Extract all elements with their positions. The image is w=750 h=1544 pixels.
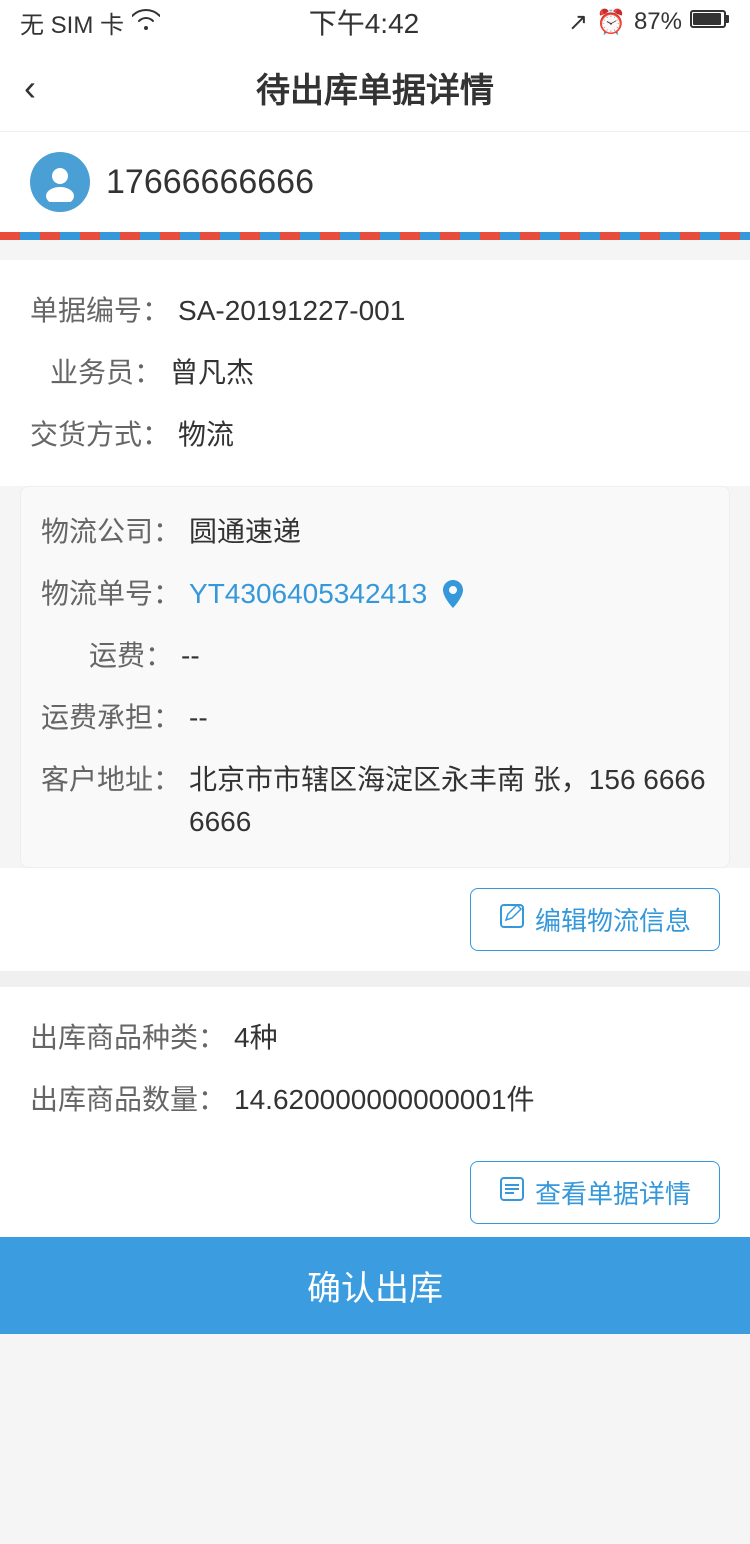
page-title: 待出库单据详情 xyxy=(256,63,494,112)
freight-bearer-row: 运费承担： -- xyxy=(41,697,709,739)
salesman-row: 业务员： 曾凡杰 xyxy=(30,352,720,394)
freight-bearer-value: -- xyxy=(189,697,709,739)
document-number-row: 单据编号： SA-20191227-001 xyxy=(30,290,720,332)
dashed-divider xyxy=(0,232,750,240)
delivery-method-row: 交货方式： 物流 xyxy=(30,414,720,456)
nav-bar: ‹ 待出库单据详情 xyxy=(0,44,750,132)
address-value: 北京市市辖区海淀区永丰南 张，156 6666 6666 xyxy=(189,759,709,843)
bottom-spacer xyxy=(0,1444,750,1544)
back-button[interactable]: ‹ xyxy=(24,67,36,109)
location-icon: ↗ xyxy=(568,8,588,37)
wifi-icon xyxy=(132,8,160,37)
freight-value: -- xyxy=(181,635,709,677)
logistics-card: 物流公司： 圆通速递 物流单号： YT43064053424​13 运费： --… xyxy=(20,486,730,868)
freight-label: 运费： xyxy=(41,635,181,677)
edit-icon xyxy=(499,903,525,936)
edit-logistics-label: 编辑物流信息 xyxy=(535,901,691,938)
document-number-value: SA-20191227-001 xyxy=(178,290,720,332)
logistics-company-value: 圆通速递 xyxy=(189,511,709,553)
document-info-section: 单据编号： SA-20191227-001 业务员： 曾凡杰 交货方式： 物流 xyxy=(0,260,750,486)
salesman-label: 业务员： xyxy=(30,352,170,394)
tracking-number-row: 物流单号： YT43064053424​13 xyxy=(41,573,709,615)
status-right: ↗ ⏰ 87% xyxy=(568,8,730,37)
freight-bearer-label: 运费承担： xyxy=(41,697,189,739)
view-detail-button[interactable]: 查看单据详情 xyxy=(470,1161,720,1224)
goods-section: 出库商品种类： 4种 出库商品数量： 14.620000000000001件 xyxy=(0,987,750,1141)
logistics-company-label: 物流公司： xyxy=(41,511,189,553)
status-bar: 无 SIM 卡 下午4:42 ↗ ⏰ 87% xyxy=(0,0,750,44)
carrier-text: 无 SIM 卡 xyxy=(20,5,124,40)
user-phone: 17666666666 xyxy=(106,163,314,202)
tracking-number-value: YT43064053424​13 xyxy=(189,573,709,615)
delivery-method-value: 物流 xyxy=(178,414,720,456)
document-number-label: 单据编号： xyxy=(30,290,178,332)
user-header: 17666666666 xyxy=(0,132,750,232)
view-detail-label: 查看单据详情 xyxy=(535,1174,691,1211)
goods-quantity-label: 出库商品数量： xyxy=(30,1079,234,1121)
status-left: 无 SIM 卡 xyxy=(20,5,160,40)
edit-logistics-row: 编辑物流信息 xyxy=(0,868,750,971)
confirm-area: 确认出库 xyxy=(0,1237,750,1334)
status-time: 下午4:42 xyxy=(309,2,420,42)
view-detail-row: 查看单据详情 xyxy=(0,1141,750,1244)
goods-type-row: 出库商品种类： 4种 xyxy=(30,1017,720,1059)
freight-row: 运费： -- xyxy=(41,635,709,677)
goods-quantity-row: 出库商品数量： 14.620000000000001件 xyxy=(30,1079,720,1121)
avatar xyxy=(30,152,90,212)
document-icon xyxy=(499,1176,525,1209)
address-row: 客户地址： 北京市市辖区海淀区永丰南 张，156 6666 6666 xyxy=(41,759,709,843)
goods-type-label: 出库商品种类： xyxy=(30,1017,234,1059)
tracking-number-label: 物流单号： xyxy=(41,573,189,615)
confirm-button[interactable]: 确认出库 xyxy=(307,1261,443,1310)
battery-text: 87% xyxy=(634,8,682,36)
section-separator xyxy=(0,971,750,987)
salesman-value: 曾凡杰 xyxy=(170,352,720,394)
alarm-icon: ⏰ xyxy=(596,8,626,37)
goods-type-value: 4种 xyxy=(234,1017,720,1059)
delivery-method-label: 交货方式： xyxy=(30,414,178,456)
goods-quantity-value: 14.620000000000001件 xyxy=(234,1079,720,1121)
address-label: 客户地址： xyxy=(41,759,189,801)
location-pin-icon[interactable] xyxy=(437,578,469,610)
logistics-company-row: 物流公司： 圆通速递 xyxy=(41,511,709,553)
edit-logistics-button[interactable]: 编辑物流信息 xyxy=(470,888,720,951)
battery-icon xyxy=(690,8,730,36)
